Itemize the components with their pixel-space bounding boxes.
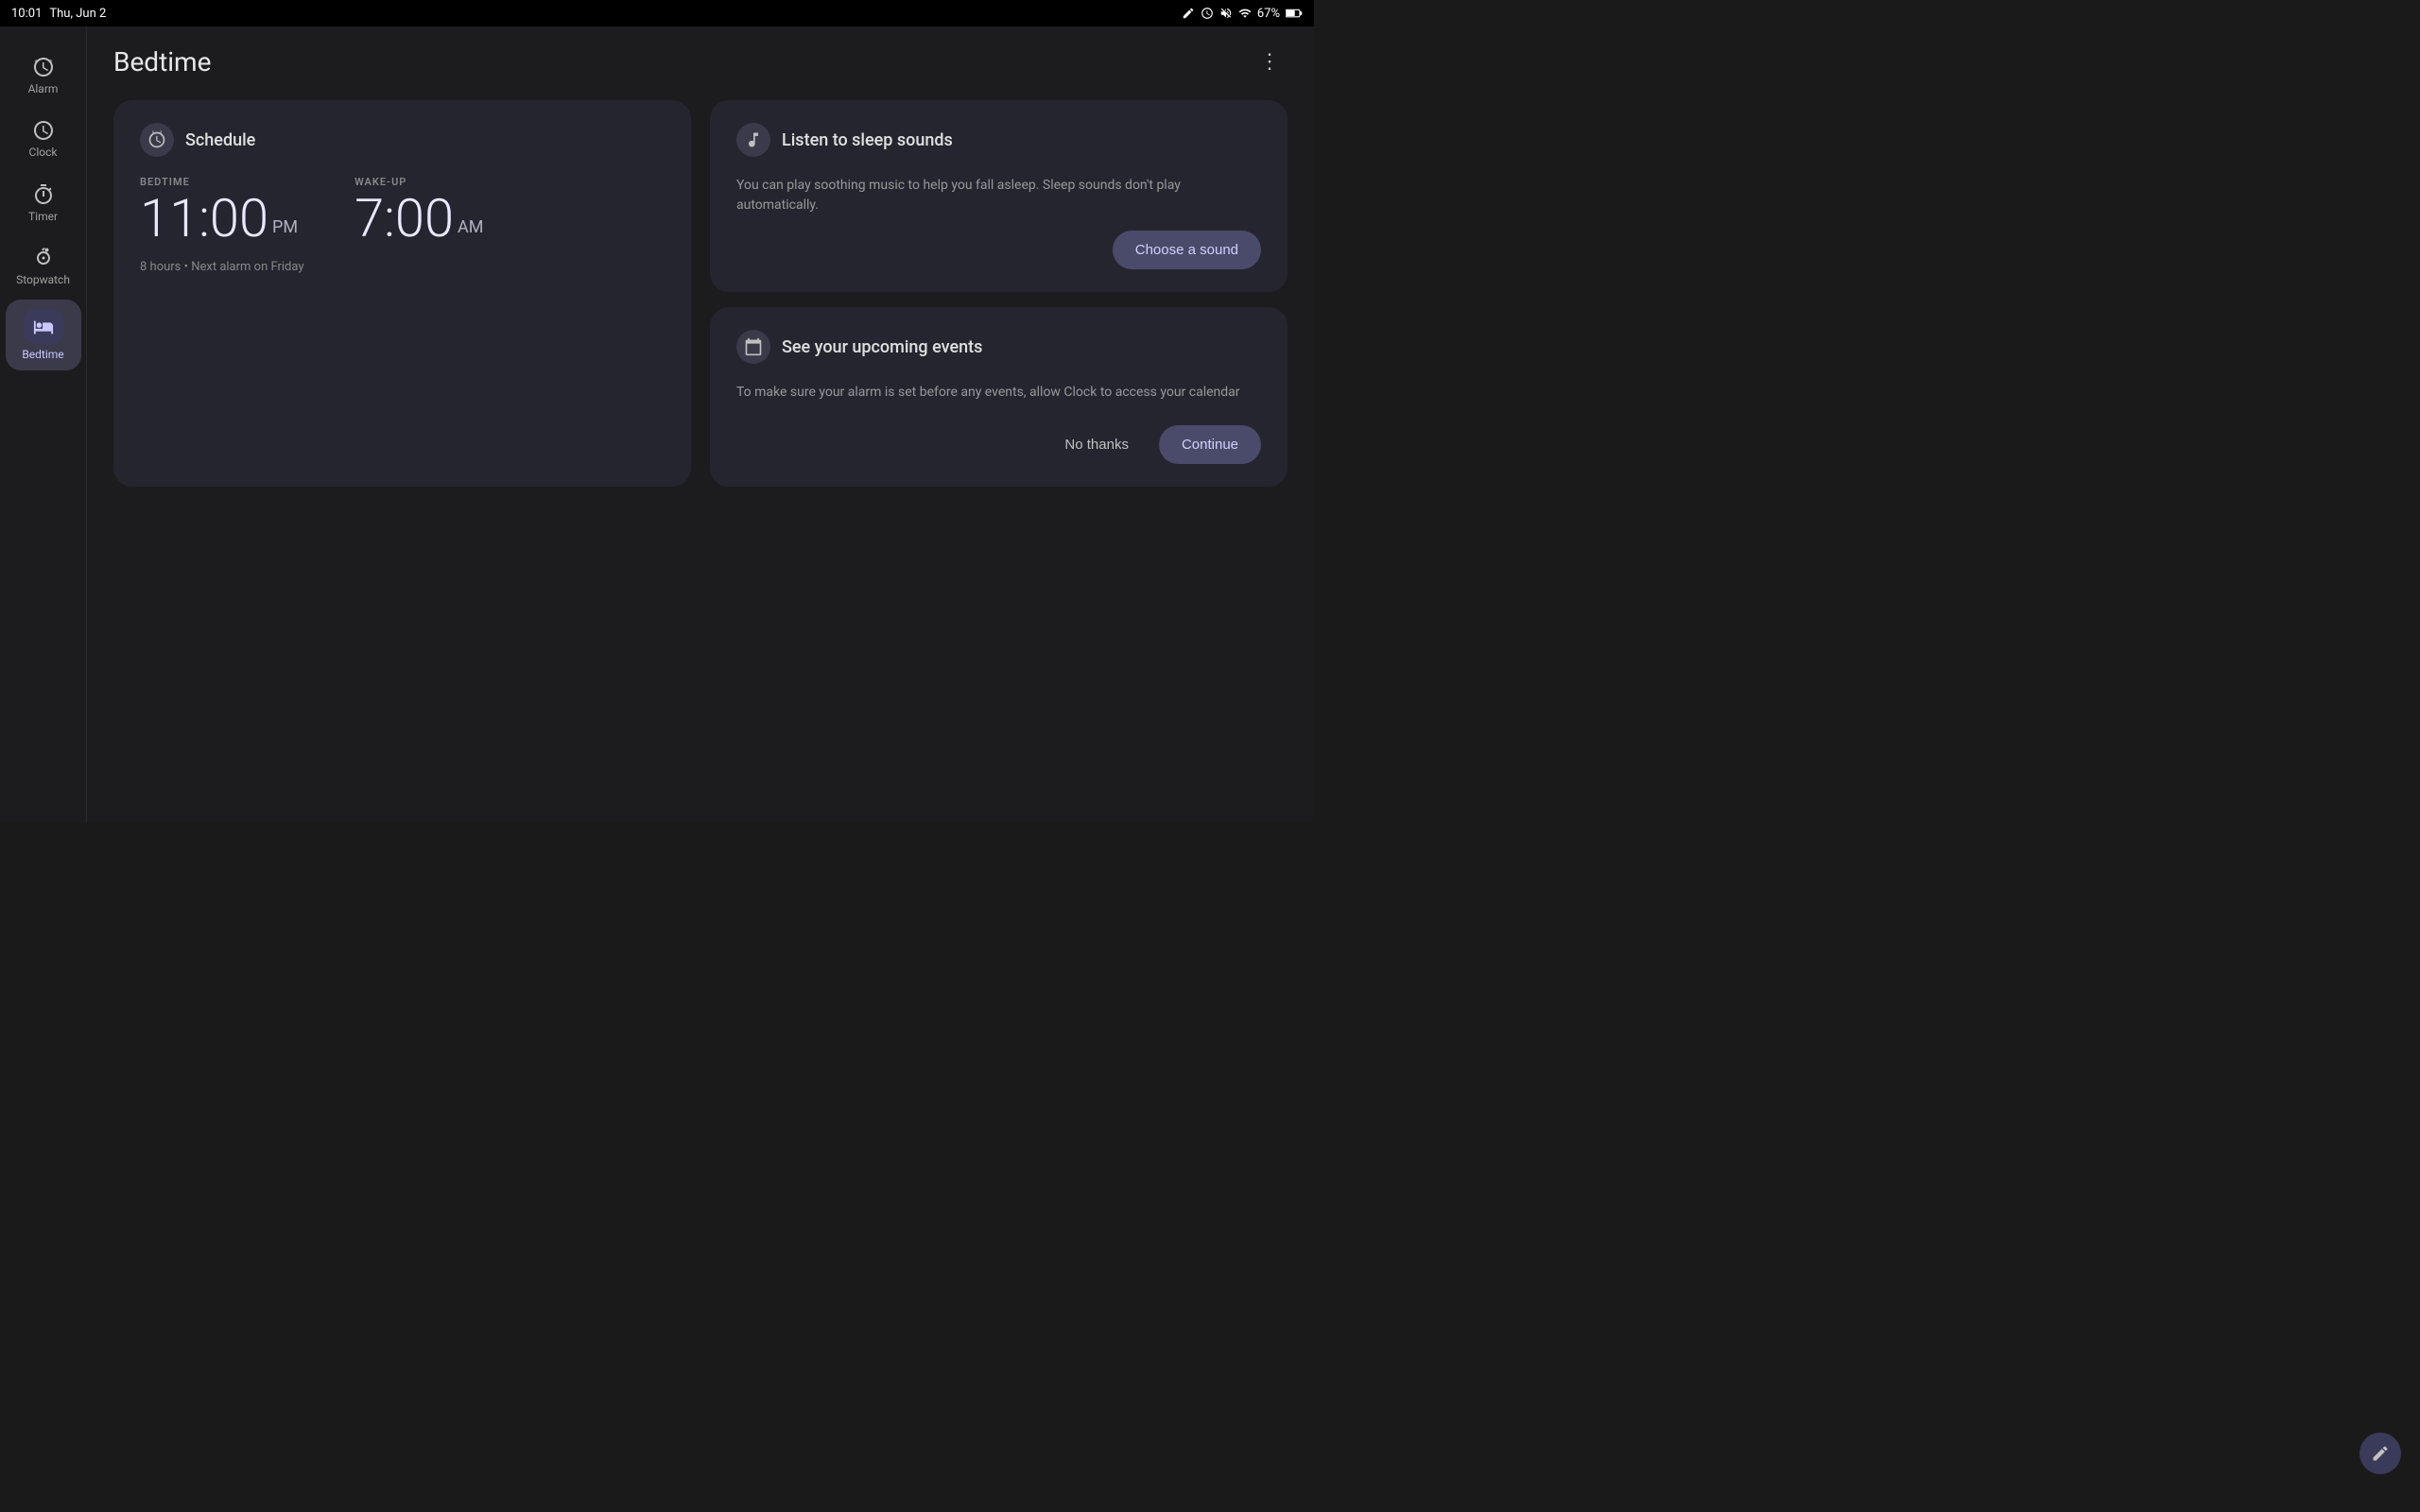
bedtime-hour: 11:00 xyxy=(140,192,268,245)
sidebar-item-clock-label: Clock xyxy=(29,146,58,159)
bedtime-icon xyxy=(24,309,63,344)
battery-icon xyxy=(1286,8,1303,19)
upcoming-events-icon xyxy=(736,330,770,364)
sleep-sounds-card: Listen to sleep sounds You can play soot… xyxy=(710,100,1288,292)
sidebar-item-bedtime[interactable]: Bedtime xyxy=(6,300,81,370)
clock-icon xyxy=(32,118,55,142)
alarm-status-icon xyxy=(1201,7,1214,20)
bedtime-suffix: PM xyxy=(272,217,298,237)
sidebar-item-alarm[interactable]: Alarm xyxy=(6,45,81,105)
sidebar-item-bedtime-label: Bedtime xyxy=(22,348,63,361)
sidebar-item-timer-label: Timer xyxy=(28,210,58,223)
no-thanks-button[interactable]: No thanks xyxy=(1049,427,1144,462)
schedule-card-header: Schedule xyxy=(140,123,665,157)
schedule-card: Schedule BEDTIME 11:00 PM WAKE-UP 7:00 xyxy=(113,100,691,487)
more-menu-button[interactable]: ⋮ xyxy=(1252,45,1288,77)
main-content: Bedtime ⋮ Schedule BEDTI xyxy=(87,26,1314,822)
sleep-sounds-content: You can play soothing music to help you … xyxy=(736,176,1261,269)
upcoming-events-card: See your upcoming events To make sure yo… xyxy=(710,307,1288,487)
upcoming-events-actions: No thanks Continue xyxy=(736,425,1261,464)
wakeup-value: 7:00 AM xyxy=(354,192,483,245)
app-container: Alarm Clock Timer xyxy=(0,26,1314,822)
sidebar-item-alarm-label: Alarm xyxy=(28,82,59,95)
wakeup-hour: 7:00 xyxy=(354,192,454,245)
cards-grid: Schedule BEDTIME 11:00 PM WAKE-UP 7:00 xyxy=(113,100,1288,487)
upcoming-events-description: To make sure your alarm is set before an… xyxy=(736,383,1261,403)
stopwatch-icon xyxy=(32,246,55,269)
mute-icon xyxy=(1219,7,1233,20)
schedule-info: 8 hours • Next alarm on Friday xyxy=(140,260,665,274)
edit-fab[interactable] xyxy=(2360,1433,2401,1474)
sidebar: Alarm Clock Timer xyxy=(0,26,87,822)
battery-text: 67% xyxy=(1257,7,1280,21)
continue-button[interactable]: Continue xyxy=(1159,425,1261,464)
sleep-sounds-description: You can play soothing music to help you … xyxy=(736,176,1261,215)
schedule-card-icon xyxy=(140,123,174,157)
status-right: 67% xyxy=(1182,7,1303,21)
choose-sound-button[interactable]: Choose a sound xyxy=(1113,231,1261,269)
wifi-icon xyxy=(1238,7,1252,20)
bedtime-value: 11:00 PM xyxy=(140,192,298,245)
sleep-sounds-header: Listen to sleep sounds xyxy=(736,123,1261,157)
sidebar-item-timer[interactable]: Timer xyxy=(6,172,81,232)
wakeup-suffix: AM xyxy=(458,217,483,237)
upcoming-events-content: To make sure your alarm is set before an… xyxy=(736,383,1261,464)
sleep-sounds-icon xyxy=(736,123,770,157)
upcoming-events-header: See your upcoming events xyxy=(736,330,1261,364)
bedtime-block: BEDTIME 11:00 PM xyxy=(140,176,298,245)
sidebar-item-stopwatch-label: Stopwatch xyxy=(16,273,70,286)
status-date: Thu, Jun 2 xyxy=(49,7,106,21)
schedule-card-title: Schedule xyxy=(185,130,255,150)
status-time: 10:01 xyxy=(11,7,42,21)
timer-icon xyxy=(32,181,55,205)
sidebar-item-stopwatch[interactable]: Stopwatch xyxy=(6,236,81,296)
sidebar-item-clock[interactable]: Clock xyxy=(6,109,81,168)
sleep-sounds-title: Listen to sleep sounds xyxy=(782,130,953,150)
upcoming-events-title: See your upcoming events xyxy=(782,337,982,357)
right-cards: Listen to sleep sounds You can play soot… xyxy=(710,100,1288,487)
schedule-times: BEDTIME 11:00 PM WAKE-UP 7:00 AM xyxy=(140,176,665,245)
page-title: Bedtime xyxy=(113,46,211,77)
pencil-icon xyxy=(1182,7,1195,20)
page-header: Bedtime ⋮ xyxy=(113,45,1288,77)
status-bar: 10:01 Thu, Jun 2 67% xyxy=(0,0,1314,26)
wakeup-block: WAKE-UP 7:00 AM xyxy=(354,176,483,245)
status-left: 10:01 Thu, Jun 2 xyxy=(11,7,106,21)
alarm-icon xyxy=(32,55,55,78)
